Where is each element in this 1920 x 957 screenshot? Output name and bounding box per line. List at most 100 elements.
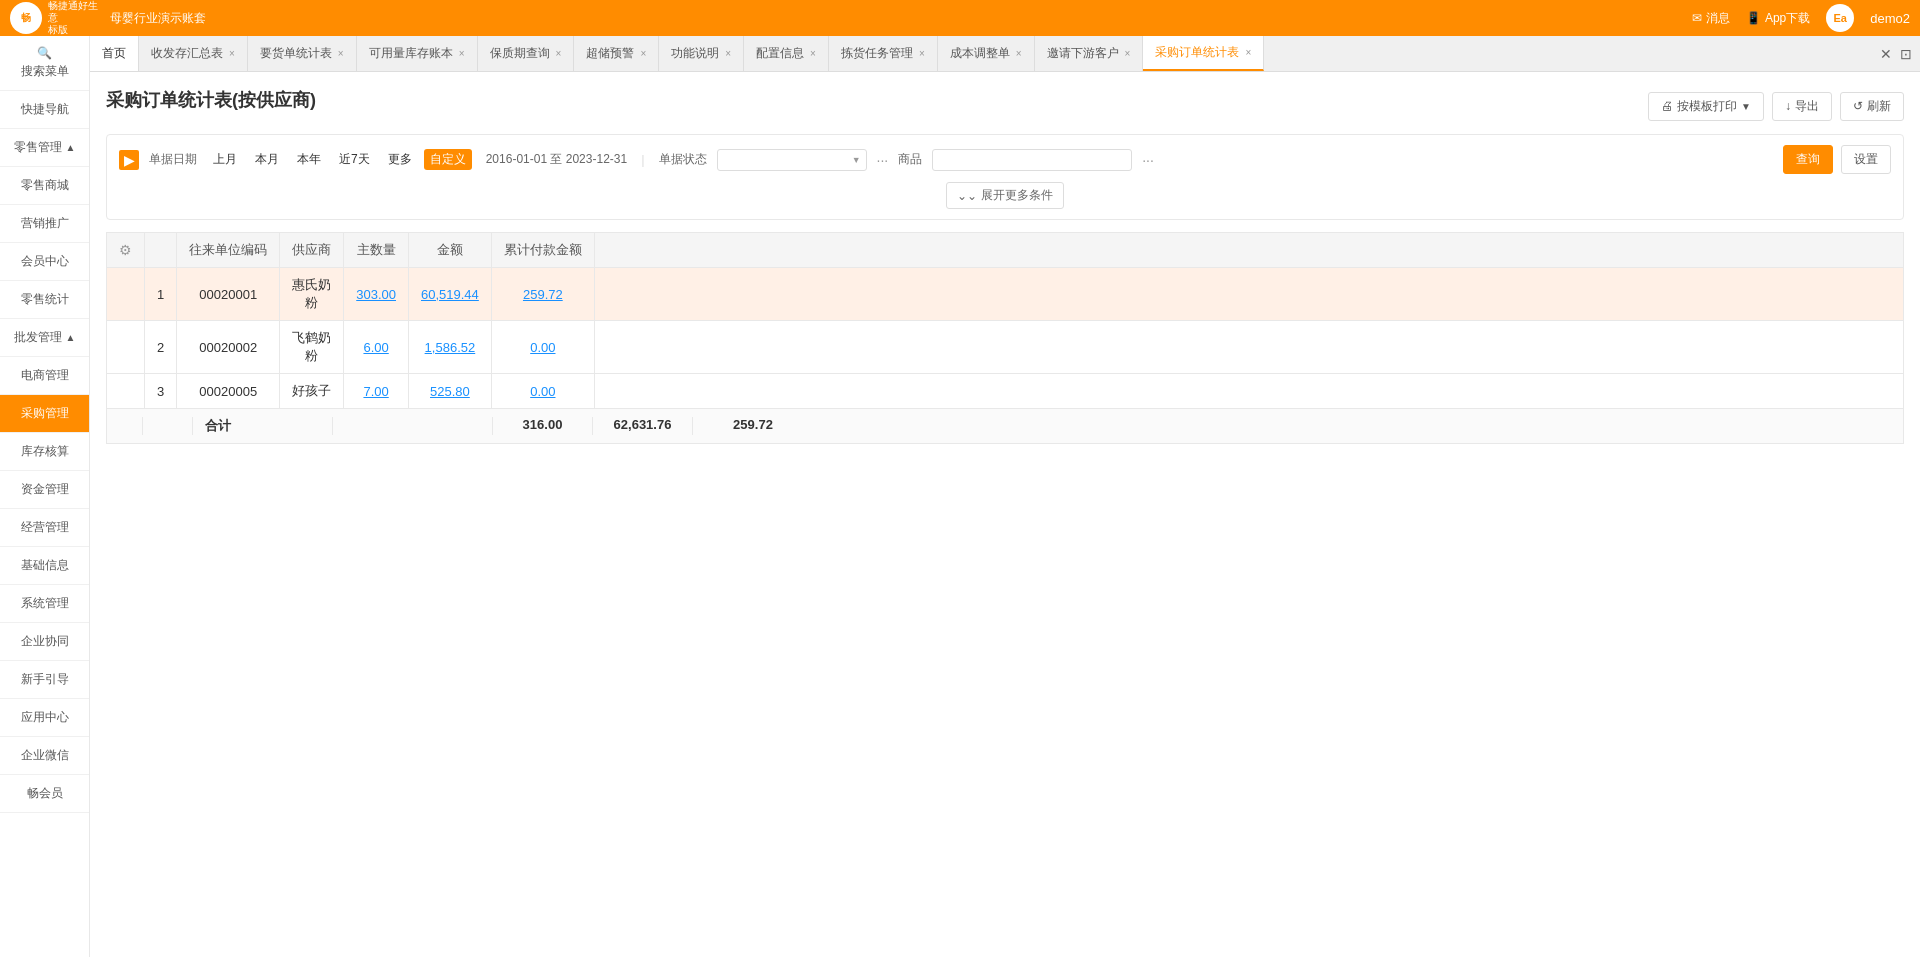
- sidebar-item-retail-shop[interactable]: 零售商城: [0, 167, 89, 205]
- filter-expand-toggle[interactable]: ▶: [119, 150, 139, 170]
- page-content: 采购订单统计表(按供应商) 🖨 按模板打印 ▼ ↓ 导出 ↺: [90, 72, 1920, 957]
- row3-no: 3: [145, 374, 177, 409]
- table-row[interactable]: 1 00020001 惠氏奶粉 303.00 60,519.44 259.72: [107, 268, 1904, 321]
- tab-func-desc[interactable]: 功能说明 ×: [659, 36, 744, 71]
- shortcut-this-year[interactable]: 本年: [291, 149, 327, 170]
- sidebar-item-finance[interactable]: 资金管理: [0, 471, 89, 509]
- sidebar-item-marketing[interactable]: 营销推广: [0, 205, 89, 243]
- row2-extra: [594, 321, 1903, 374]
- main-layout: 🔍 搜索菜单 快捷导航 零售管理 ▲ 零售商城 营销推广 会员中心 零售统计: [0, 36, 1920, 957]
- retail-arrow-icon: ▲: [66, 142, 76, 153]
- sidebar-item-ecom[interactable]: 电商管理: [0, 357, 89, 395]
- tab-close-pick-task[interactable]: ×: [919, 48, 925, 59]
- row2-amount[interactable]: 1,586.52: [409, 321, 492, 374]
- sidebar-item-retail[interactable]: 零售管理 ▲: [0, 129, 89, 167]
- tab-close-func-desc[interactable]: ×: [725, 48, 731, 59]
- tab-close-all-icon[interactable]: ✕: [1880, 46, 1892, 62]
- filter-row-main: ▶ 单据日期 上月 本月 本年 近7天 更多 自定义 2016-01-01: [119, 145, 1891, 174]
- sidebar-item-corp[interactable]: 企业协同: [0, 623, 89, 661]
- sidebar-item-member[interactable]: 会员中心: [0, 243, 89, 281]
- status-more-icon[interactable]: ···: [877, 152, 889, 168]
- top-bar-title: 母婴行业演示账套: [100, 10, 1692, 27]
- tab-receive-summary[interactable]: 收发存汇总表 ×: [139, 36, 248, 71]
- row3-quantity[interactable]: 7.00: [344, 374, 409, 409]
- table-wrapper: ⚙ 往来单位编码 供应商 主数量 金额 累计付款金额: [106, 232, 1904, 444]
- tab-close-cost-adj[interactable]: ×: [1016, 48, 1022, 59]
- tab-bar: 首页 收发存汇总表 × 要货单统计表 × 可用量库存账本 × 保质期查询 ×: [90, 36, 1920, 72]
- sidebar-item-inventory[interactable]: 库存核算: [0, 433, 89, 471]
- sidebar-item-batch[interactable]: 批发管理 ▲: [0, 319, 89, 357]
- refresh-button[interactable]: ↺ 刷新: [1840, 92, 1904, 121]
- tab-pick-task[interactable]: 拣货任务管理 ×: [829, 36, 938, 71]
- row3-paid[interactable]: 0.00: [491, 374, 594, 409]
- sidebar-item-newbie[interactable]: 新手引导: [0, 661, 89, 699]
- sidebar-item-wecom[interactable]: 企业微信: [0, 737, 89, 775]
- tab-maximize-icon[interactable]: ⊡: [1900, 46, 1912, 62]
- sidebar-item-search[interactable]: 🔍 搜索菜单: [0, 36, 89, 91]
- shortcut-last-month[interactable]: 上月: [207, 149, 243, 170]
- tab-close-overstock[interactable]: ×: [640, 48, 646, 59]
- shortcut-7days[interactable]: 近7天: [333, 149, 376, 170]
- sidebar-item-quicknav[interactable]: 快捷导航: [0, 91, 89, 129]
- status-select[interactable]: [717, 149, 867, 171]
- tab-purchase-summary[interactable]: 采购订单统计表 ×: [1143, 36, 1264, 71]
- tab-close-purchase-summary[interactable]: ×: [1245, 47, 1251, 58]
- date-range-display: 2016-01-01 至 2023-12-31: [486, 151, 627, 168]
- app-download-btn[interactable]: 📱 App下载: [1746, 10, 1810, 27]
- tab-available-stock[interactable]: 可用量库存账本 ×: [357, 36, 478, 71]
- sidebar-item-basic[interactable]: 基础信息: [0, 547, 89, 585]
- col-settings-icon[interactable]: ⚙: [119, 242, 132, 258]
- row1-no: 1: [145, 268, 177, 321]
- shortcut-more[interactable]: 更多: [382, 149, 418, 170]
- sidebar-item-appstore[interactable]: 应用中心: [0, 699, 89, 737]
- export-button[interactable]: ↓ 导出: [1772, 92, 1832, 121]
- row1-paid[interactable]: 259.72: [491, 268, 594, 321]
- sidebar-item-vip[interactable]: 畅会员: [0, 775, 89, 813]
- page-header: 采购订单统计表(按供应商) 🖨 按模板打印 ▼ ↓ 导出 ↺: [106, 88, 1904, 124]
- tab-close-receive-summary[interactable]: ×: [229, 48, 235, 59]
- tab-invite-down[interactable]: 邀请下游客户 ×: [1035, 36, 1144, 71]
- col-settings[interactable]: ⚙: [107, 233, 145, 268]
- tab-bar-end: ✕ ⊡: [1872, 46, 1920, 62]
- col-unit-code: 往来单位编码: [177, 233, 280, 268]
- tab-close-invite-down[interactable]: ×: [1125, 48, 1131, 59]
- shortcut-custom[interactable]: 自定义: [424, 149, 472, 170]
- tab-shelf-life[interactable]: 保质期查询 ×: [478, 36, 575, 71]
- tab-overstock[interactable]: 超储预警 ×: [574, 36, 659, 71]
- query-button[interactable]: 查询: [1783, 145, 1833, 174]
- sidebar-item-retail-stat[interactable]: 零售统计: [0, 281, 89, 319]
- col-amount: 金额: [409, 233, 492, 268]
- message-btn[interactable]: ✉ 消息: [1692, 10, 1730, 27]
- goods-more-icon[interactable]: ···: [1142, 152, 1154, 168]
- goods-input[interactable]: [932, 149, 1132, 171]
- shortcut-this-month[interactable]: 本月: [249, 149, 285, 170]
- top-bar: 畅 畅捷通好生意 标版 母婴行业演示账套 ✉ 消息 📱 App下载 Ea dem…: [0, 0, 1920, 36]
- row1-amount[interactable]: 60,519.44: [409, 268, 492, 321]
- row1-quantity[interactable]: 303.00: [344, 268, 409, 321]
- tab-close-available-stock[interactable]: ×: [459, 48, 465, 59]
- table-row[interactable]: 2 00020002 飞鹤奶粉 6.00 1,586.52 0.00: [107, 321, 1904, 374]
- data-table: ⚙ 往来单位编码 供应商 主数量 金额 累计付款金额: [106, 232, 1904, 409]
- goods-filter-label: 商品: [898, 151, 922, 168]
- row3-amount[interactable]: 525.80: [409, 374, 492, 409]
- settings-button[interactable]: 设置: [1841, 145, 1891, 174]
- sidebar-item-ops[interactable]: 经营管理: [0, 509, 89, 547]
- table-row[interactable]: 3 00020005 好孩子 7.00 525.80 0.00: [107, 374, 1904, 409]
- row2-quantity[interactable]: 6.00: [344, 321, 409, 374]
- tab-close-config[interactable]: ×: [810, 48, 816, 59]
- tab-close-shelf-life[interactable]: ×: [556, 48, 562, 59]
- tab-home[interactable]: 首页: [90, 36, 139, 71]
- tab-close-goods-summary[interactable]: ×: [338, 48, 344, 59]
- tab-goods-summary[interactable]: 要货单统计表 ×: [248, 36, 357, 71]
- avatar[interactable]: Ea: [1826, 4, 1854, 32]
- tab-cost-adj[interactable]: 成本调整单 ×: [938, 36, 1035, 71]
- filter-bar: ▶ 单据日期 上月 本月 本年 近7天 更多 自定义 2016-01-01: [106, 134, 1904, 220]
- table-footer: 合计 316.00 62,631.76 259.72: [106, 409, 1904, 444]
- tab-config[interactable]: 配置信息 ×: [744, 36, 829, 71]
- print-button[interactable]: 🖨 按模板打印 ▼: [1648, 92, 1764, 121]
- expand-conditions-btn[interactable]: ⌄⌄ 展开更多条件: [946, 182, 1064, 209]
- sidebar-item-purchase[interactable]: 采购管理: [0, 395, 89, 433]
- row2-paid[interactable]: 0.00: [491, 321, 594, 374]
- col-extra: [594, 233, 1903, 268]
- sidebar-item-system[interactable]: 系统管理: [0, 585, 89, 623]
